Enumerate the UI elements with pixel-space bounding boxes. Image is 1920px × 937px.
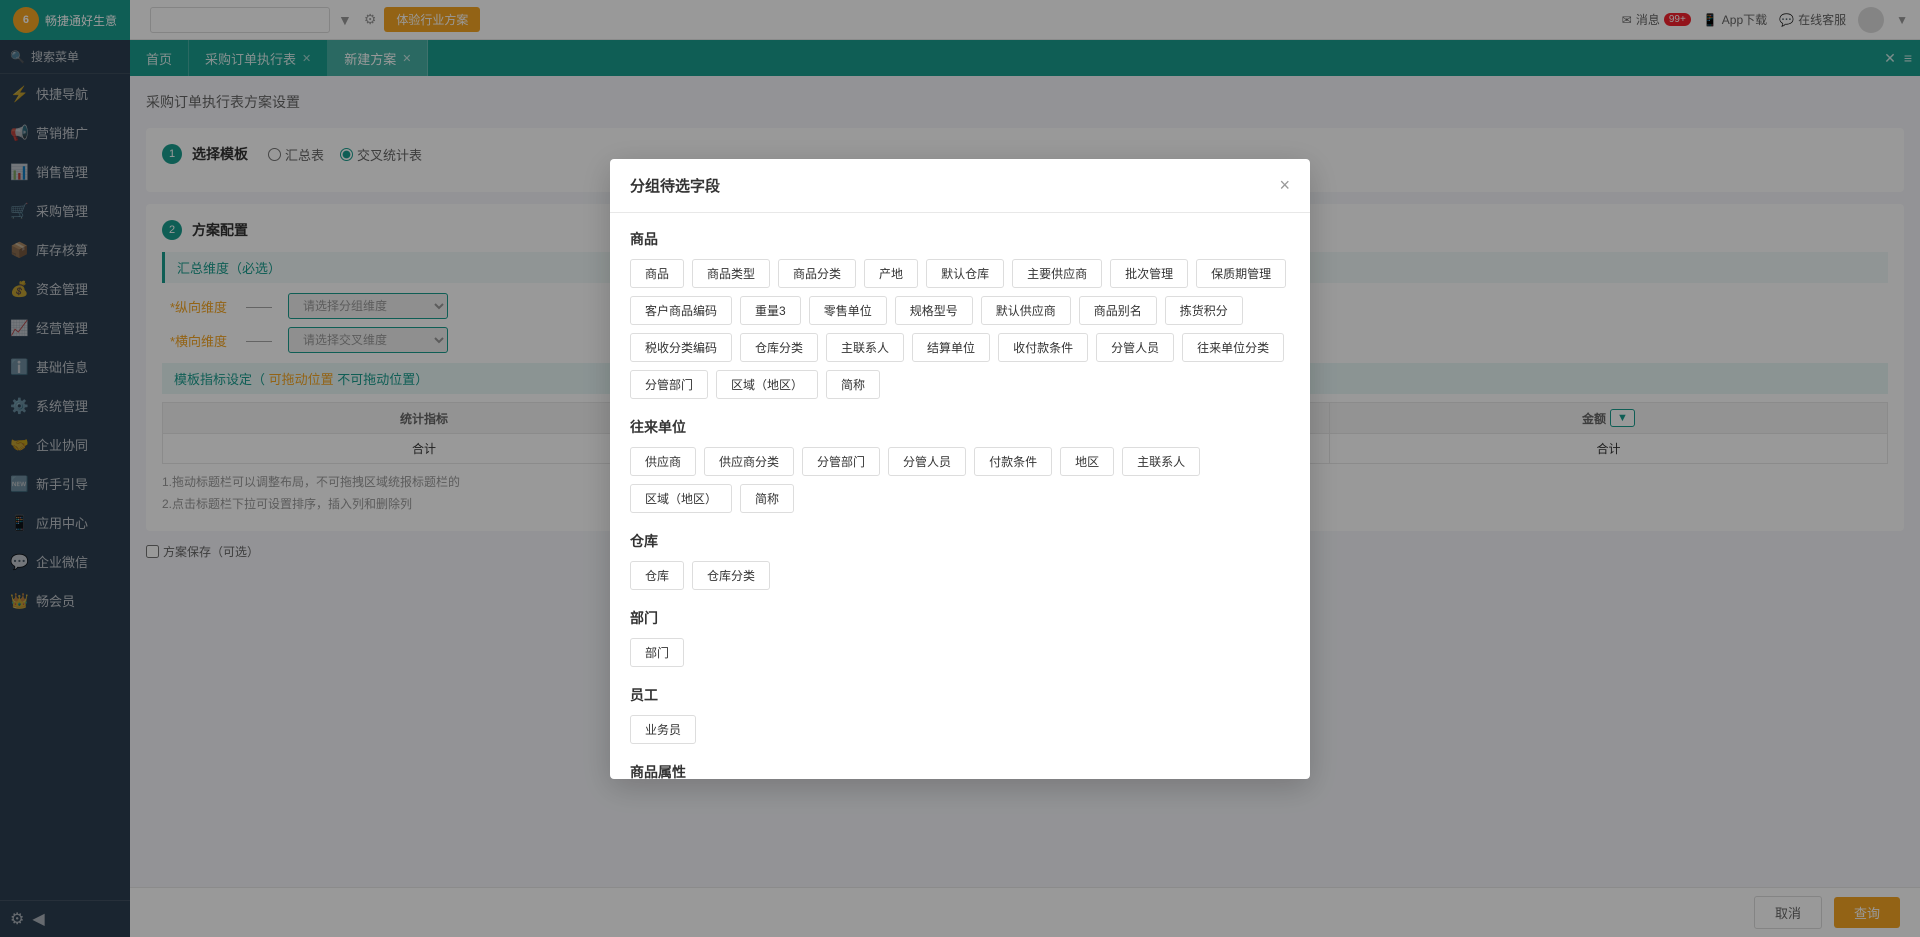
modal-close-button[interactable]: × xyxy=(1279,176,1290,194)
field-tag-partner-short[interactable]: 简称 xyxy=(740,484,794,513)
field-tag-payment-terms[interactable]: 收付款条件 xyxy=(998,333,1088,362)
field-tag-pick-points[interactable]: 拣货积分 xyxy=(1165,296,1243,325)
modal-body[interactable]: 商品 商品 商品类型 商品分类 产地 默认仓库 主要供应商 批次管理 保质期管理… xyxy=(610,213,1310,779)
field-group-partner: 往来单位 供应商 供应商分类 分管部门 分管人员 付款条件 地区 主联系人 区域… xyxy=(630,417,1290,513)
field-tag-main-contact[interactable]: 主联系人 xyxy=(826,333,904,362)
field-tags-goods: 商品 商品类型 商品分类 产地 默认仓库 主要供应商 批次管理 保质期管理 客户… xyxy=(630,259,1290,399)
field-group-warehouse-title: 仓库 xyxy=(630,531,1290,551)
field-tag-district[interactable]: 地区 xyxy=(1060,447,1114,476)
modal-dialog: 分组待选字段 × 商品 商品 商品类型 商品分类 产地 默认仓库 主要供应商 批… xyxy=(610,159,1310,779)
field-tag-customer-code[interactable]: 客户商品编码 xyxy=(630,296,732,325)
field-tag-goods-category[interactable]: 商品分类 xyxy=(778,259,856,288)
field-tag-salesperson[interactable]: 业务员 xyxy=(630,715,696,744)
field-tag-payment-condition[interactable]: 付款条件 xyxy=(974,447,1052,476)
field-tag-warehouse[interactable]: 仓库 xyxy=(630,561,684,590)
field-tags-partner: 供应商 供应商分类 分管部门 分管人员 付款条件 地区 主联系人 区域（地区） … xyxy=(630,447,1290,513)
field-tag-main-supplier[interactable]: 主要供应商 xyxy=(1012,259,1102,288)
field-tag-short-name[interactable]: 简称 xyxy=(826,370,880,399)
field-tag-retail-unit[interactable]: 零售单位 xyxy=(809,296,887,325)
field-tag-warehouse-cat[interactable]: 仓库分类 xyxy=(692,561,770,590)
field-tag-partner-category[interactable]: 往来单位分类 xyxy=(1182,333,1284,362)
field-tag-shelf-life[interactable]: 保质期管理 xyxy=(1196,259,1286,288)
field-tag-partner-contact[interactable]: 主联系人 xyxy=(1122,447,1200,476)
field-tags-department: 部门 xyxy=(630,638,1290,667)
field-tags-employee: 业务员 xyxy=(630,715,1290,744)
field-group-partner-title: 往来单位 xyxy=(630,417,1290,437)
field-group-goods: 商品 商品 商品类型 商品分类 产地 默认仓库 主要供应商 批次管理 保质期管理… xyxy=(630,229,1290,399)
field-tag-alias[interactable]: 商品别名 xyxy=(1079,296,1157,325)
field-tag-batch-mgmt[interactable]: 批次管理 xyxy=(1110,259,1188,288)
modal-overlay: 分组待选字段 × 商品 商品 商品类型 商品分类 产地 默认仓库 主要供应商 批… xyxy=(0,0,1920,937)
field-tag-partner-manager[interactable]: 分管人员 xyxy=(888,447,966,476)
field-group-product-attr-title: 商品属性 xyxy=(630,762,1290,779)
field-tag-origin[interactable]: 产地 xyxy=(864,259,918,288)
field-group-product-attr: 商品属性 属性 颜色 多规格 尺码 鞋码 1 xyxy=(630,762,1290,779)
modal-title: 分组待选字段 xyxy=(630,175,720,196)
modal-header: 分组待选字段 × xyxy=(610,159,1310,213)
field-tag-goods[interactable]: 商品 xyxy=(630,259,684,288)
field-tag-supplier[interactable]: 供应商 xyxy=(630,447,696,476)
field-tag-goods-type[interactable]: 商品类型 xyxy=(692,259,770,288)
field-group-department-title: 部门 xyxy=(630,608,1290,628)
field-tags-warehouse: 仓库 仓库分类 xyxy=(630,561,1290,590)
field-tag-settlement-unit[interactable]: 结算单位 xyxy=(912,333,990,362)
field-tag-supplier-category[interactable]: 供应商分类 xyxy=(704,447,794,476)
field-tag-partner-dept[interactable]: 分管部门 xyxy=(802,447,880,476)
field-tag-default-warehouse[interactable]: 默认仓库 xyxy=(926,259,1004,288)
field-tag-partner-region[interactable]: 区域（地区） xyxy=(630,484,732,513)
field-group-goods-title: 商品 xyxy=(630,229,1290,249)
field-tag-spec-model[interactable]: 规格型号 xyxy=(895,296,973,325)
field-tag-dept[interactable]: 分管部门 xyxy=(630,370,708,399)
field-tag-department[interactable]: 部门 xyxy=(630,638,684,667)
field-group-department: 部门 部门 xyxy=(630,608,1290,667)
field-tag-weight[interactable]: 重量3 xyxy=(740,296,801,325)
field-tag-default-supplier[interactable]: 默认供应商 xyxy=(981,296,1071,325)
field-tag-tax-code[interactable]: 税收分类编码 xyxy=(630,333,732,362)
field-group-employee-title: 员工 xyxy=(630,685,1290,705)
field-group-warehouse: 仓库 仓库 仓库分类 xyxy=(630,531,1290,590)
field-group-employee: 员工 业务员 xyxy=(630,685,1290,744)
field-tag-manager[interactable]: 分管人员 xyxy=(1096,333,1174,362)
field-tag-warehouse-category[interactable]: 仓库分类 xyxy=(740,333,818,362)
field-tag-region[interactable]: 区域（地区） xyxy=(716,370,818,399)
